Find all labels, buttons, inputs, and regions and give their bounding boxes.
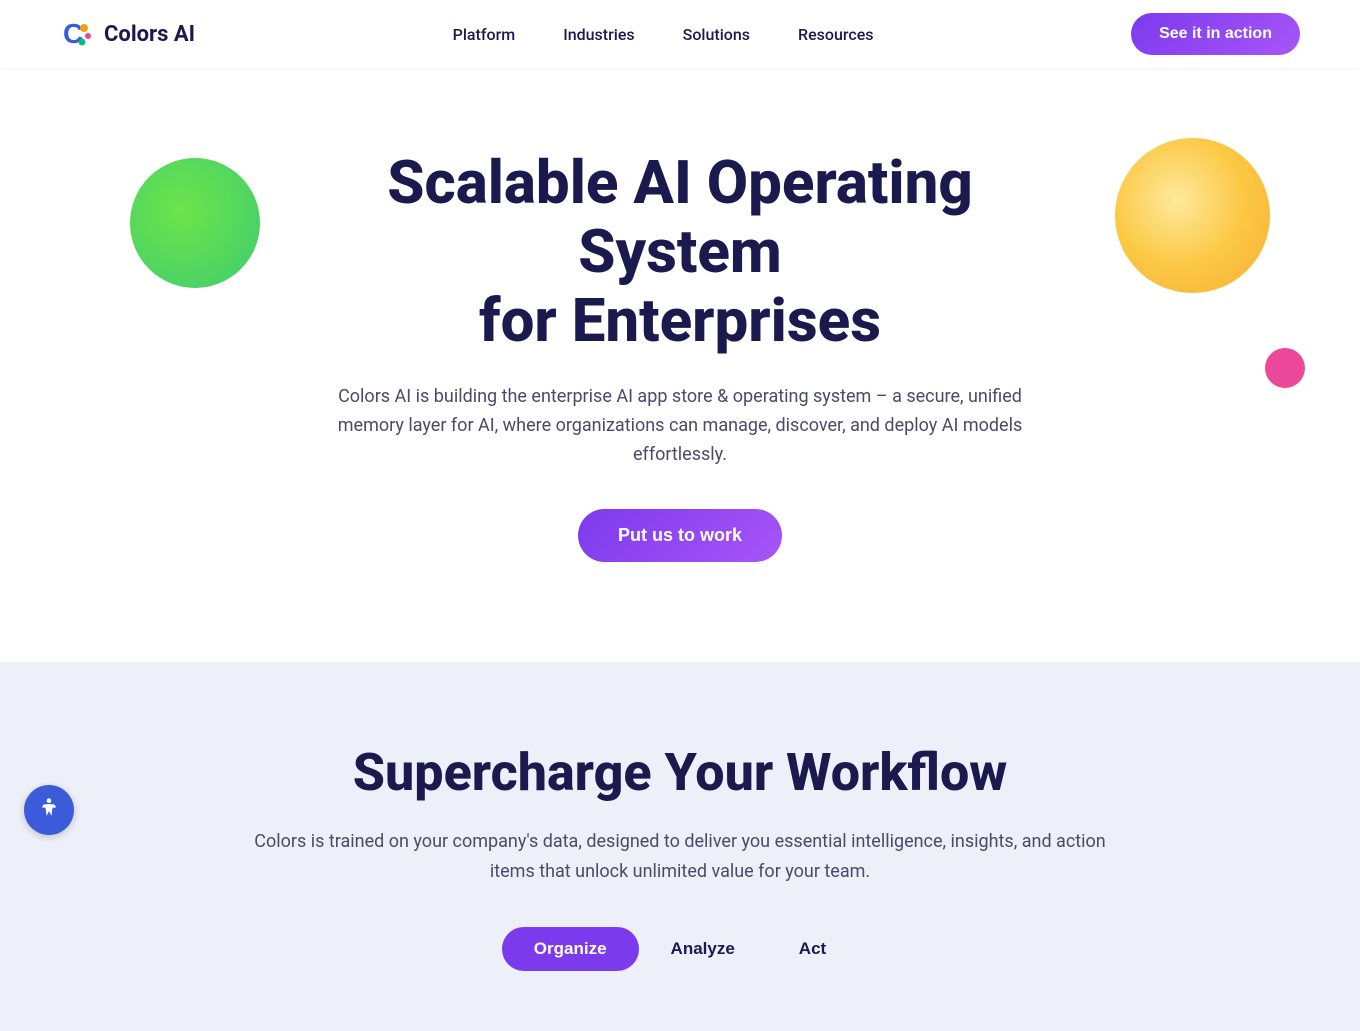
hero-cta-button[interactable]: Put us to work [578,509,782,562]
logo[interactable]: C Colors AI [60,16,195,52]
nav-link-industries[interactable]: Industries [563,25,634,44]
workflow-title: Supercharge Your Workflow [60,742,1300,803]
nav-link-solutions[interactable]: Solutions [683,25,750,44]
hero-decoration-yellow-circle [1115,138,1270,293]
workflow-section: Supercharge Your Workflow Colors is trai… [0,662,1360,1030]
workflow-subtitle: Colors is trained on your company's data… [230,827,1130,886]
nav-link-resources[interactable]: Resources [798,25,874,44]
hero-section: Scalable AI Operating System for Enterpr… [0,68,1360,662]
workflow-tabs: Organize Analyze Act [60,927,1300,971]
tab-organize[interactable]: Organize [502,927,639,971]
hero-decoration-pink-circle [1265,348,1305,388]
nav-links: Platform Industries Solutions Resources [453,25,874,44]
logo-icon: C [60,16,96,52]
tab-act[interactable]: Act [767,927,858,971]
hero-subtitle: Colors AI is building the enterprise AI … [330,383,1030,469]
accessibility-icon [35,796,63,824]
nav-link-platform[interactable]: Platform [453,25,516,44]
logo-text: Colors AI [104,22,195,47]
navbar: C Colors AI Platform Industries Solution… [0,0,1360,68]
tab-analyze[interactable]: Analyze [639,927,767,971]
hero-title: Scalable AI Operating System for Enterpr… [280,148,1080,355]
navbar-cta-button[interactable]: See it in action [1131,13,1300,55]
accessibility-button[interactable] [24,785,74,835]
hero-decoration-green-circle [130,158,260,288]
